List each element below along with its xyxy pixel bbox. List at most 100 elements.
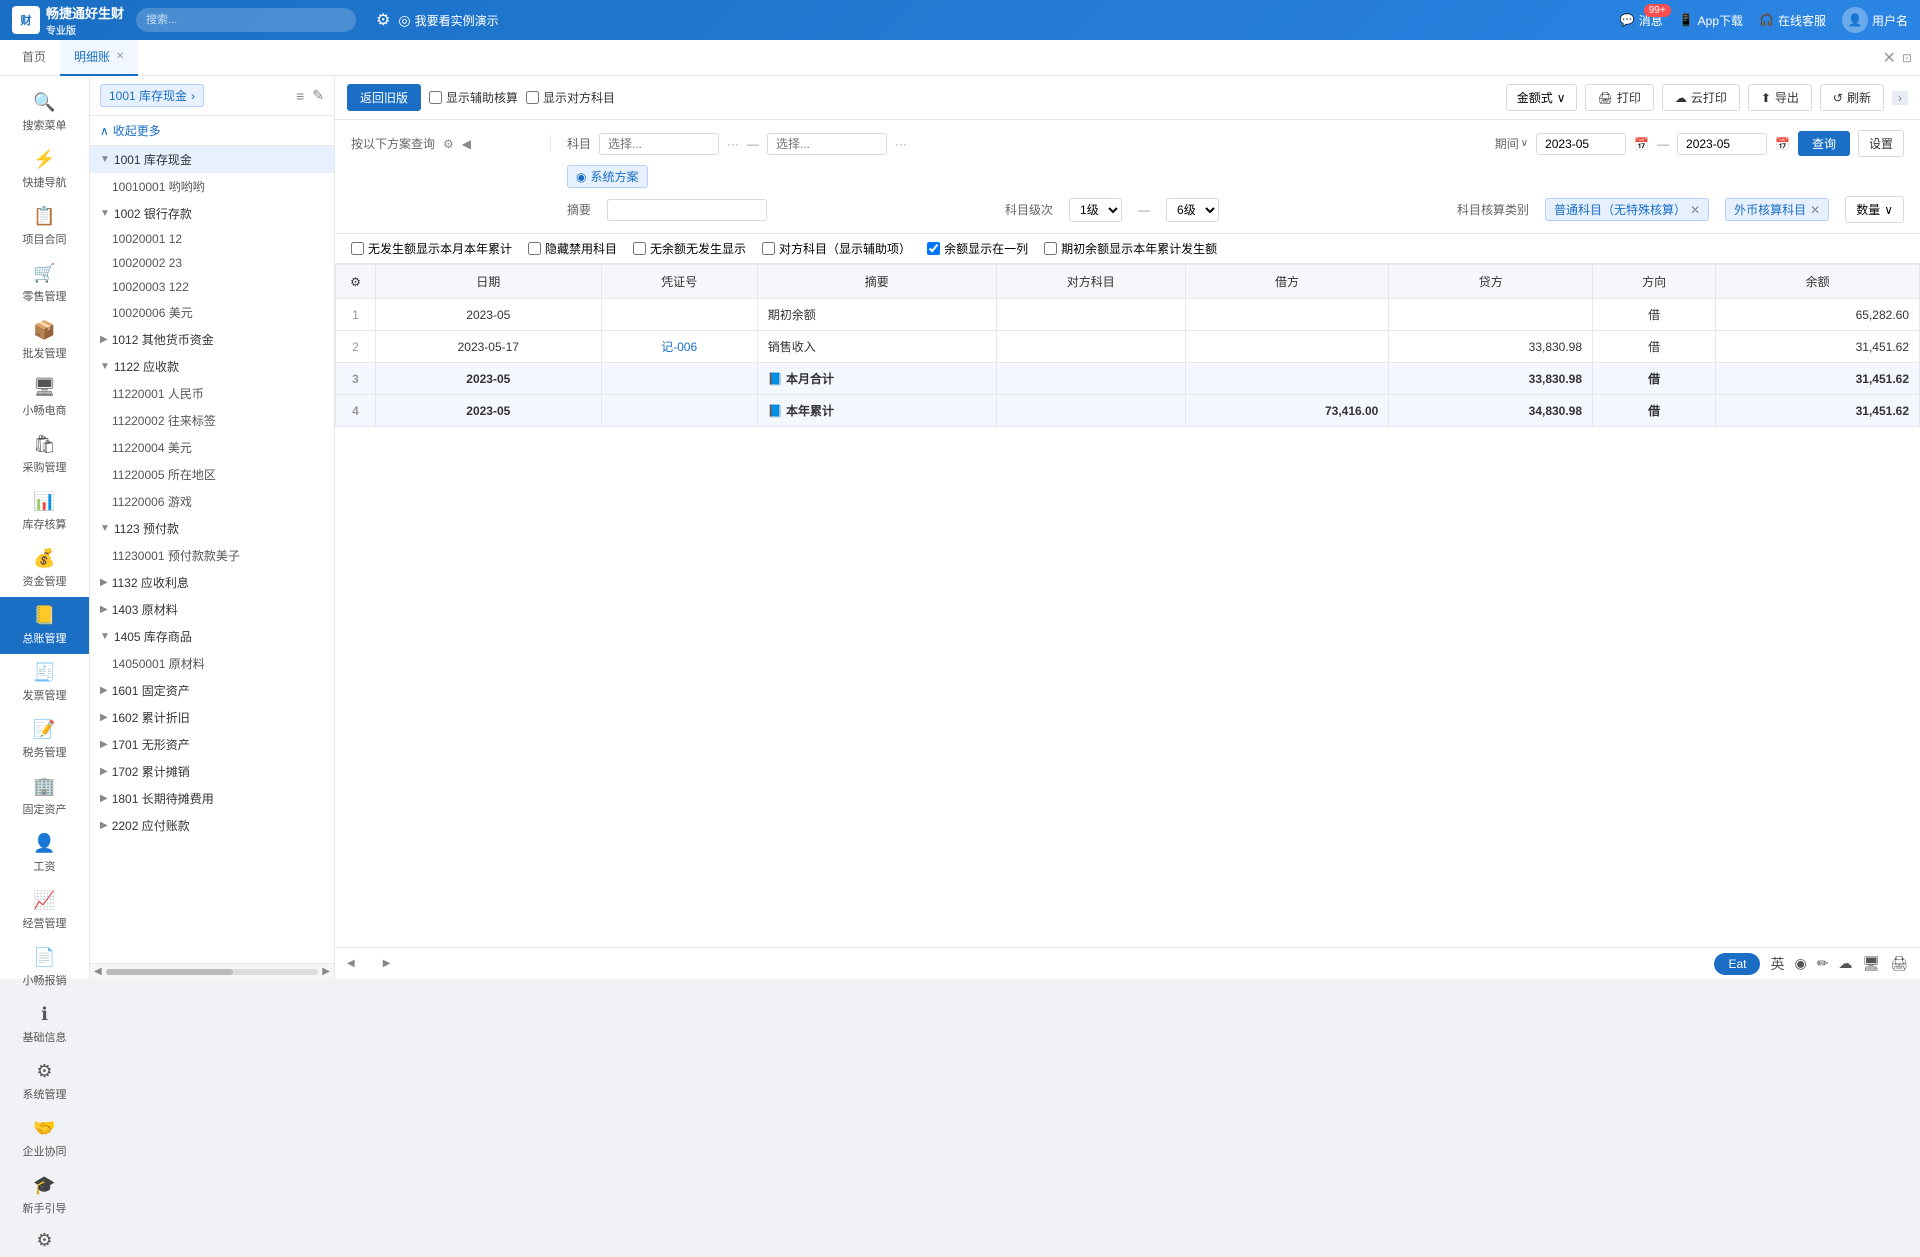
edit-icon-bottom[interactable]: ✏ [1817, 955, 1829, 972]
one-col-input[interactable] [927, 242, 940, 255]
account-10020003[interactable]: 10020003 122 [90, 275, 334, 299]
message-btn[interactable]: 💬 消息 99+ [1620, 12, 1663, 29]
sidebar-item-settings-bottom[interactable]: ⚙ [0, 1224, 89, 1257]
sidebar-item-tax[interactable]: 📝 税务管理 [0, 711, 89, 768]
account-11220006[interactable]: 11220006 游戏 [90, 488, 334, 515]
cell-voucher-2[interactable]: 记-006 [601, 331, 757, 363]
tab-detail[interactable]: 明细账 ✕ [60, 40, 138, 76]
sidebar-item-search[interactable]: 🔍 搜索菜单 [0, 84, 89, 141]
sidebar-item-ecommerce[interactable]: 🖥 小畅电商 [0, 369, 89, 426]
refresh-btn[interactable]: ↺ 刷新 [1820, 84, 1884, 111]
col-credit[interactable]: 贷方 [1389, 265, 1593, 299]
tab-bar-close-btn[interactable]: ✕ [1883, 48, 1896, 68]
search-input[interactable] [136, 8, 356, 32]
scheme-settings-icon[interactable]: ⚙ [443, 137, 454, 151]
sidebar-item-assets[interactable]: 🏢 固定资产 [0, 768, 89, 825]
selected-account-tag[interactable]: 1001 库存现金 › [100, 84, 204, 107]
show-opposite-input[interactable] [526, 91, 539, 104]
col-gear[interactable]: ⚙ [336, 265, 376, 299]
tab-detail-close[interactable]: ✕ [116, 51, 124, 62]
col-direction[interactable]: 方向 [1593, 265, 1716, 299]
col-debit[interactable]: 借方 [1185, 265, 1389, 299]
account-1405[interactable]: ▼ 1405 库存商品 [90, 623, 334, 650]
account-1123[interactable]: ▼ 1123 预付款 [90, 515, 334, 542]
list-view-icon[interactable]: ≡ [296, 88, 304, 104]
quantity-dropdown-btn[interactable]: 数量 ∨ [1845, 196, 1904, 223]
sidebar-item-reports[interactable]: 📄 小畅报销 [0, 939, 89, 996]
sidebar-item-ops[interactable]: 📈 经营管理 [0, 882, 89, 939]
opposite-input[interactable] [762, 242, 775, 255]
account-1602[interactable]: ▶1602 累计折旧 [90, 704, 334, 731]
cloud-print-btn[interactable]: ☁ 云打印 [1662, 84, 1740, 111]
monitor-icon[interactable]: 🖥 [1862, 955, 1880, 972]
col-voucher[interactable]: 凭证号 [601, 265, 757, 299]
sidebar-item-guide[interactable]: 🎓 新手引导 [0, 1167, 89, 1224]
one-col-checkbox[interactable]: 余额显示在一列 [927, 240, 1028, 257]
category-tag-normal[interactable]: 普通科目（无特殊核算） ✕ [1545, 198, 1709, 221]
sidebar-item-coop[interactable]: 🤝 企业协同 [0, 1110, 89, 1167]
bottom-scroll-right[interactable]: ▶ [383, 958, 391, 969]
scroll-right-btn[interactable]: ▶ [322, 966, 330, 977]
setting-btn[interactable]: 设置 [1858, 130, 1904, 157]
opposite-checkbox[interactable]: 对方科目（显示辅助项） [762, 240, 911, 257]
account-11220004[interactable]: 11220004 美元 [90, 434, 334, 461]
period-start-input[interactable] [1536, 133, 1626, 155]
col-balance[interactable]: 余额 [1716, 265, 1920, 299]
sidebar-item-invoice[interactable]: 🧾 发票管理 [0, 654, 89, 711]
period-end-input[interactable] [1677, 133, 1767, 155]
col-date[interactable]: 日期 [376, 265, 602, 299]
app-download-btn[interactable]: 📱 App下载 [1679, 12, 1743, 29]
tag-close-foreign[interactable]: ✕ [1810, 203, 1820, 217]
show-aux-input[interactable] [429, 91, 442, 104]
export-btn[interactable]: ⬆ 导出 [1748, 84, 1812, 111]
account-1801[interactable]: ▶1801 长期待摊费用 [90, 785, 334, 812]
level-from-select[interactable]: 1级2级 [1069, 198, 1122, 222]
account-14050001[interactable]: 14050001 原材料 [90, 650, 334, 677]
hide-disabled-input[interactable] [528, 242, 541, 255]
sidebar-item-salary[interactable]: 👤 工资 [0, 825, 89, 882]
tab-home[interactable]: 首页 [8, 40, 60, 76]
sidebar-item-quick[interactable]: ⚡ 快捷导航 [0, 141, 89, 198]
account-10020001[interactable]: 10020001 12 [90, 227, 334, 251]
print-icon-bottom[interactable]: 🖨 [1890, 955, 1908, 972]
user-avatar[interactable]: 👤 用户名 [1842, 7, 1908, 33]
online-service-btn[interactable]: 🎧 在线客服 [1759, 12, 1826, 29]
query-btn[interactable]: 查询 [1798, 131, 1850, 156]
tab-bar-expand-btn[interactable]: ⊡ [1902, 51, 1912, 65]
account-11230001[interactable]: 11230001 预付款款美子 [90, 542, 334, 569]
account-1132[interactable]: ▶ 1132 应收利息 [90, 569, 334, 596]
edit-icon[interactable]: ✎ [312, 87, 324, 104]
sidebar-item-base[interactable]: ℹ 基础信息 [0, 996, 89, 1053]
tag-close-normal[interactable]: ✕ [1690, 203, 1700, 217]
account-1701[interactable]: ▶1701 无形资产 [90, 731, 334, 758]
bottom-scroll-left[interactable]: ◀ [347, 958, 355, 969]
account-1002[interactable]: ▼ 1002 银行存款 [90, 200, 334, 227]
account-2202[interactable]: ▶2202 应付账款 [90, 812, 334, 839]
no-occur-input[interactable] [351, 242, 364, 255]
sidebar-item-retail[interactable]: 🛒 零售管理 [0, 255, 89, 312]
account-11220005[interactable]: 11220005 所在地区 [90, 461, 334, 488]
lang-icon[interactable]: 英 [1770, 954, 1784, 974]
account-1403[interactable]: ▶ 1403 原材料 [90, 596, 334, 623]
account-10020006[interactable]: 10020006 美元 [90, 299, 334, 326]
account-10010001[interactable]: 10010001 哟哟哟 [90, 173, 334, 200]
back-old-btn[interactable]: 返回旧版 [347, 84, 421, 111]
voucher-link-2[interactable]: 记-006 [661, 340, 697, 354]
print-btn[interactable]: 🖨 打印 [1585, 84, 1654, 111]
account-11220002[interactable]: 11220002 往来标签 [90, 407, 334, 434]
settings-icon[interactable]: ⚙ [376, 10, 390, 30]
demo-link[interactable]: ◎ 我要看实例演示 [398, 12, 498, 29]
no-balance-input[interactable] [633, 242, 646, 255]
sidebar-item-system[interactable]: ⚙ 系统管理 [0, 1053, 89, 1110]
col-opposite[interactable]: 对方科目 [996, 265, 1185, 299]
category-tag-foreign[interactable]: 外币核算科目 ✕ [1725, 198, 1829, 221]
sidebar-item-purchase[interactable]: 🛍 采购管理 [0, 426, 89, 483]
level-to-select[interactable]: 6级5级 [1166, 198, 1219, 222]
account-1702[interactable]: ▶1702 累计摊销 [90, 758, 334, 785]
left-panel-scrollbar[interactable]: ◀ ▶ [90, 963, 334, 979]
no-occur-checkbox[interactable]: 无发生额显示本月本年累计 [351, 240, 512, 257]
sidebar-item-inventory[interactable]: 📊 库存核算 [0, 483, 89, 540]
expand-right-arrow[interactable]: › [1892, 91, 1908, 105]
no-balance-checkbox[interactable]: 无余额无发生显示 [633, 240, 746, 257]
eat-btn[interactable]: Eat [1714, 953, 1760, 975]
